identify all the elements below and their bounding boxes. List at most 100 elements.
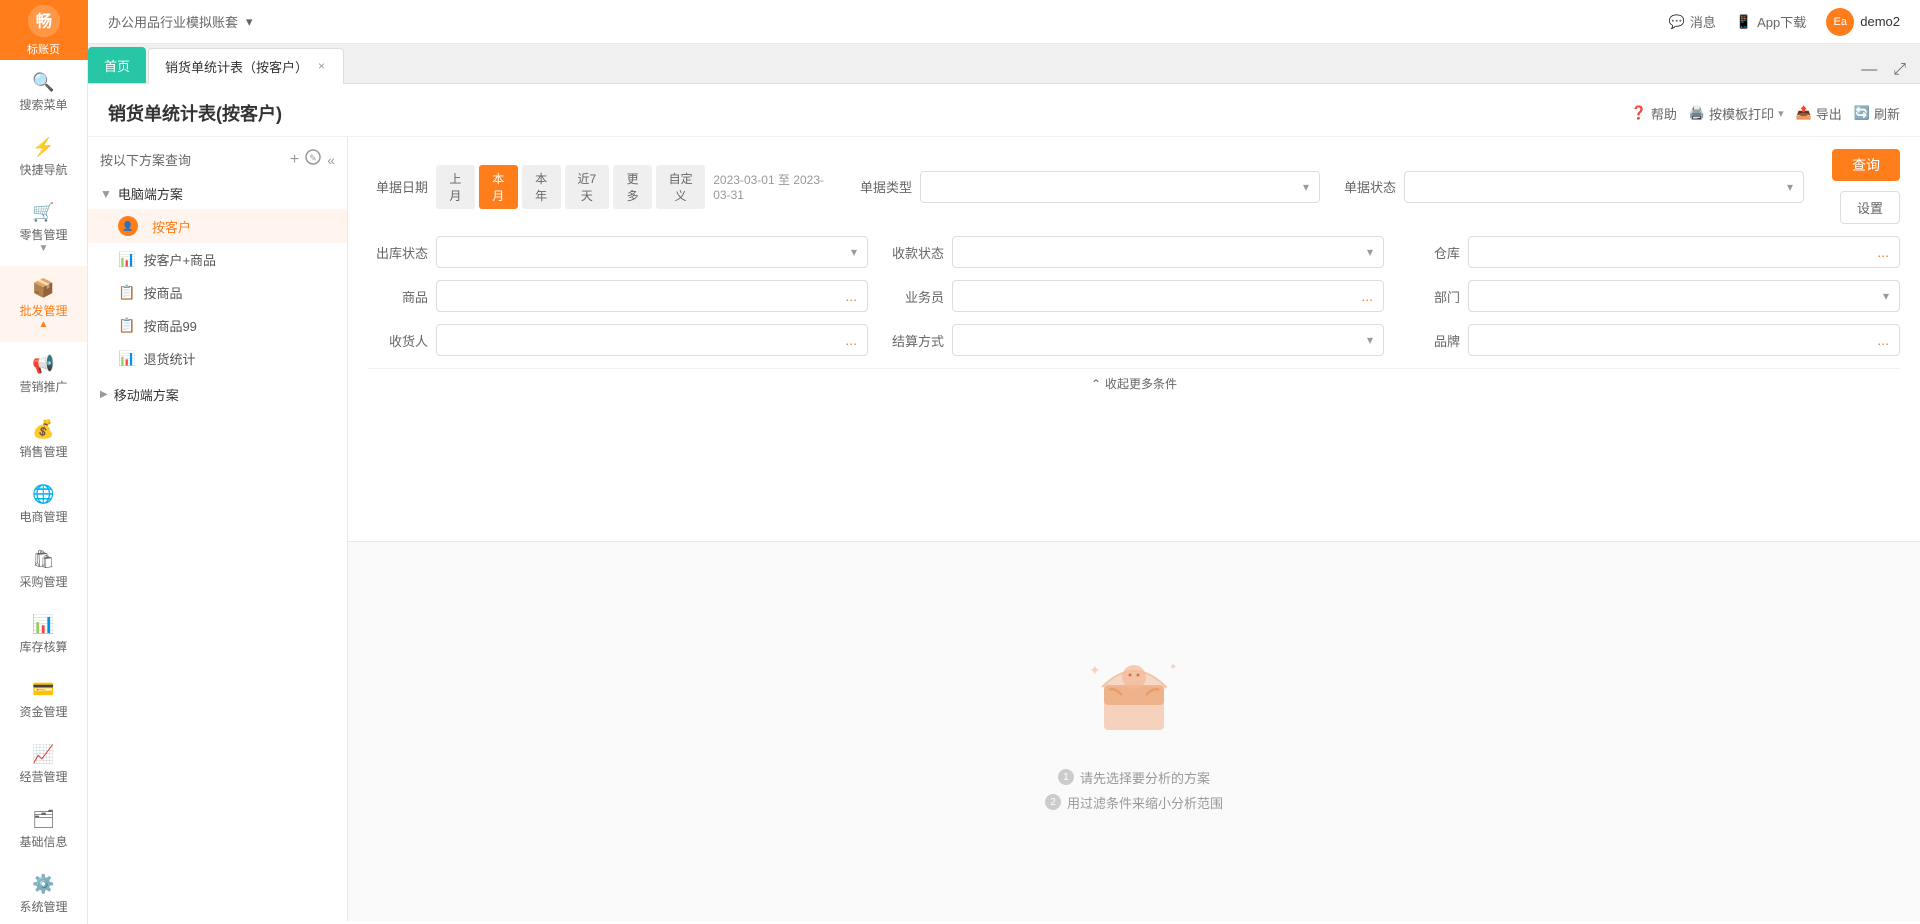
sidebar-item-label: 批发管理 <box>19 302 67 319</box>
date-range-text: 2023-03-01 至 2023-03-31 <box>713 171 836 202</box>
plan-item-by-customer[interactable]: 👤 按客户 <box>88 209 347 243</box>
plan-item-customer-goods[interactable]: 📊 按客户+商品 <box>88 243 347 276</box>
user-info[interactable]: Ea demo2 <box>1826 8 1900 36</box>
doc-status-arrow-icon: ▾ <box>1787 180 1793 194</box>
sidebar-item-retail[interactable]: 🛒 零售管理 ▼ <box>0 190 87 266</box>
sidebar-item-sales[interactable]: 💰 销售管理 <box>0 407 87 472</box>
receiver-dots[interactable]: ... <box>845 332 857 348</box>
hint-num-1: 1 <box>1058 769 1074 785</box>
goods-dots[interactable]: ... <box>845 288 857 304</box>
sidebar-item-basic[interactable]: 🗂 基础信息 <box>0 797 87 862</box>
filter-area: 单据日期 上月 本月 本年 近7天 更多 自定义 2023-03-01 至 20… <box>348 137 1920 541</box>
system-icon: ⚙️ <box>32 874 54 895</box>
print-icon: 🖨️ <box>1689 105 1705 121</box>
sidebar-item-search[interactable]: 🔍 搜索菜单 <box>0 60 87 125</box>
custom-date-btn[interactable]: 自定义 <box>656 165 705 209</box>
sidebar-item-finance[interactable]: 💳 资金管理 <box>0 667 87 732</box>
sidebar-item-operations[interactable]: 📈 经营管理 <box>0 732 87 797</box>
sidebar-item-wholesale[interactable]: 📦 批发管理 ▲ <box>0 266 87 342</box>
sidebar-item-purchase[interactable]: 🛍 采购管理 <box>0 537 87 602</box>
tab-minimize-icon[interactable]: — <box>1857 57 1881 83</box>
warehouse-label: 仓库 <box>1400 243 1460 262</box>
header-dropdown-icon[interactable]: ▾ <box>246 14 253 30</box>
goods-input[interactable]: ... <box>436 280 868 312</box>
user-avatar[interactable]: Ea <box>1826 8 1854 36</box>
help-icon: ❓ <box>1631 105 1647 121</box>
plan-item-by-goods99-icon: 📋 <box>118 317 135 334</box>
last-month-btn[interactable]: 上月 <box>436 165 475 209</box>
this-year-btn[interactable]: 本年 <box>522 165 561 209</box>
tab-sales-stats[interactable]: 销货单统计表（按客户） × <box>148 48 344 84</box>
settings-btn[interactable]: 设置 <box>1840 191 1900 224</box>
plan-group-desktop-label: 电脑端方案 <box>118 184 183 203</box>
tab-maximize-icon[interactable]: ⤢ <box>1889 57 1910 83</box>
message-label: 消息 <box>1690 12 1716 31</box>
data-area: ✦ ✦ ✦ 1 请先选择要分析的方案 2 用过滤条件来缩小分析范围 <box>348 541 1920 922</box>
sidebar-item-system[interactable]: ⚙️ 系统管理 <box>0 862 87 924</box>
edit-scheme-btn[interactable]: ✎ <box>305 149 321 170</box>
payment-status-input[interactable]: ▾ <box>952 236 1384 268</box>
this-month-btn[interactable]: 本月 <box>479 165 518 209</box>
staff-dots[interactable]: ... <box>1361 288 1373 304</box>
print-label: 按模板打印 <box>1709 104 1774 123</box>
app-download-btn[interactable]: 📱 App下载 <box>1736 12 1806 31</box>
content-area: 按以下方案查询 + ✎ « <box>88 137 1920 921</box>
sidebar: 畅 标账页 🔍 搜索菜单 ⚡ 快捷导航 🛒 零售管理 ▼ 📦 批发管理 ▲ 📢 … <box>0 0 88 924</box>
page-content: 销货单统计表(按客户) ❓ 帮助 🖨️ 按模板打印 ▾ 📤 导出 🔄 刷新 <box>88 84 1920 924</box>
warehouse-input[interactable]: ... <box>1468 236 1900 268</box>
app-download-label: App下载 <box>1757 12 1806 31</box>
message-btn[interactable]: 💬 消息 <box>1669 12 1716 31</box>
help-label: 帮助 <box>1651 104 1677 123</box>
dept-input[interactable]: ▾ <box>1468 280 1900 312</box>
hint-num-2: 2 <box>1045 794 1061 810</box>
out-status-input[interactable]: ▾ <box>436 236 868 268</box>
plan-group-mobile-header[interactable]: ▶ 移动端方案 <box>88 379 347 410</box>
brand-dots[interactable]: ... <box>1877 332 1889 348</box>
receiver-input[interactable]: ... <box>436 324 868 356</box>
user-name: demo2 <box>1860 14 1900 29</box>
export-btn[interactable]: 📤 导出 <box>1796 104 1842 123</box>
empty-hint-1: 1 请先选择要分析的方案 <box>1058 768 1210 787</box>
doc-type-input[interactable]: ▾ <box>920 171 1320 203</box>
collapse-panel-btn[interactable]: « <box>327 152 335 168</box>
last7-btn[interactable]: 近7天 <box>565 165 610 209</box>
sidebar-item-quicknav[interactable]: ⚡ 快捷导航 <box>0 125 87 190</box>
brand-label: 品牌 <box>1400 331 1460 350</box>
goods-label: 商品 <box>368 287 428 306</box>
wholesale-expand-icon: ▲ <box>39 319 49 330</box>
settlement-label: 结算方式 <box>884 331 944 350</box>
tab-close-icon[interactable]: × <box>316 57 327 75</box>
sidebar-item-label: 零售管理 <box>19 226 67 243</box>
settlement-input[interactable]: ▾ <box>952 324 1384 356</box>
staff-input[interactable]: ... <box>952 280 1384 312</box>
sidebar-item-inventory[interactable]: 📊 库存核算 <box>0 602 87 667</box>
active-item-icon: 👤 <box>122 221 133 232</box>
refresh-btn[interactable]: 🔄 刷新 <box>1854 104 1900 123</box>
search-btn[interactable]: 查询 <box>1832 149 1900 181</box>
tab-home[interactable]: 首页 <box>88 47 146 83</box>
plan-item-by-goods-icon: 📋 <box>118 284 135 301</box>
plan-group-desktop-header[interactable]: ▼ 电脑端方案 <box>88 178 347 209</box>
plan-item-return-stats[interactable]: 📊 退货统计 <box>88 342 347 375</box>
plan-group-mobile: ▶ 移动端方案 <box>88 379 347 410</box>
header-left: 办公用品行业模拟账套 ▾ <box>108 12 253 31</box>
logo[interactable]: 畅 标账页 <box>0 0 88 60</box>
plan-item-by-goods[interactable]: 📋 按商品 <box>88 276 347 309</box>
warehouse-dots[interactable]: ... <box>1877 244 1889 260</box>
retail-expand-icon: ▼ <box>39 243 49 254</box>
help-btn[interactable]: ❓ 帮助 <box>1631 104 1677 123</box>
plan-item-by-goods99[interactable]: 📋 按商品99 <box>88 309 347 342</box>
brand-input[interactable]: ... <box>1468 324 1900 356</box>
more-date-btn[interactable]: 更多 <box>613 165 652 209</box>
sidebar-item-ecommerce[interactable]: 🌐 电商管理 <box>0 472 87 537</box>
plan-item-label: 按客户 <box>152 217 191 236</box>
plan-item-label: 退货统计 <box>143 349 195 368</box>
print-btn[interactable]: 🖨️ 按模板打印 ▾ <box>1689 104 1784 123</box>
plan-group-mobile-label: 移动端方案 <box>114 385 179 404</box>
filter-row-1: 单据日期 上月 本月 本年 近7天 更多 自定义 2023-03-01 至 20… <box>368 149 1900 224</box>
add-scheme-btn[interactable]: + <box>290 151 299 169</box>
doc-status-input[interactable]: ▾ <box>1404 171 1804 203</box>
sidebar-item-marketing[interactable]: 📢 营销推广 <box>0 342 87 407</box>
collapse-more-conditions-btn[interactable]: ⌃ 收起更多条件 <box>368 368 1900 398</box>
search-icon: 🔍 <box>32 72 54 93</box>
